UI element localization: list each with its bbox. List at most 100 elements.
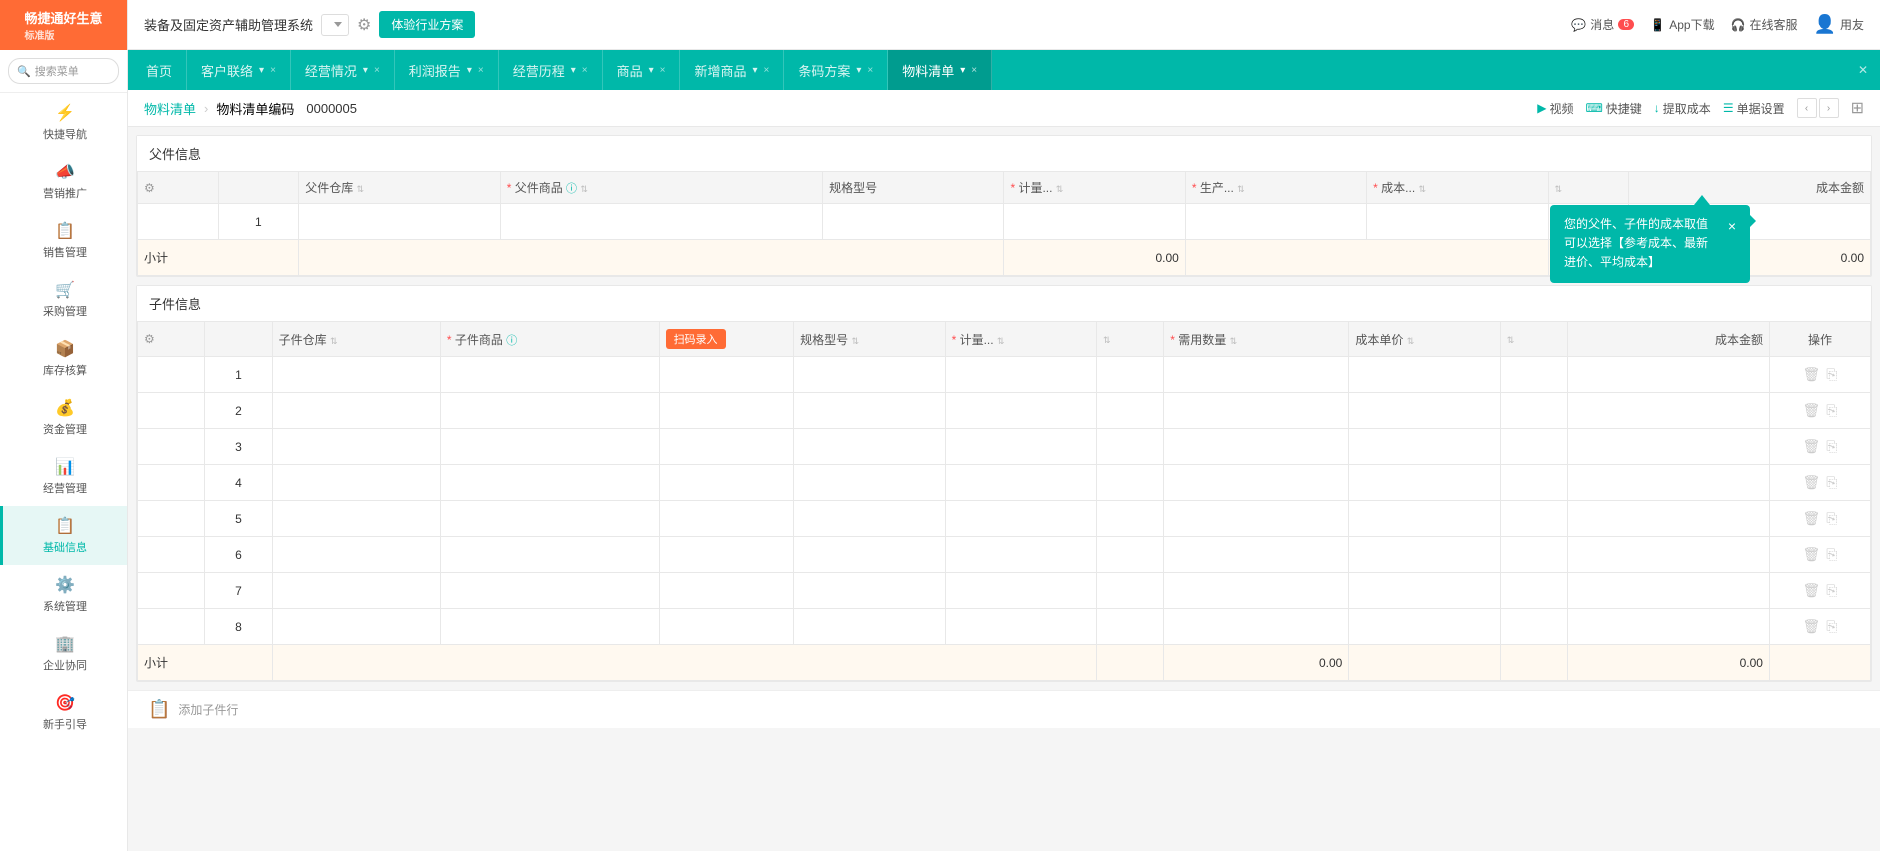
child-product-cell[interactable] — [440, 429, 659, 465]
online-service-item[interactable]: 🎧 在线客服 — [1731, 16, 1798, 33]
close-icon[interactable]: × — [270, 65, 276, 76]
child-spec-cell[interactable] — [794, 501, 945, 537]
sidebar-item-purchase[interactable]: 🛒 采购管理 — [0, 270, 127, 329]
th-child-unit-price[interactable]: 成本单价 ⇅ — [1349, 322, 1500, 357]
child-warehouse-cell[interactable] — [272, 429, 440, 465]
child-unit-price-cell[interactable] — [1349, 429, 1500, 465]
user-item[interactable]: 👤 用友 — [1814, 14, 1864, 35]
th-unit[interactable]: * 计量... ⇅ — [1004, 172, 1185, 204]
child-quantity-cell[interactable] — [1164, 357, 1349, 393]
tab-profit[interactable]: 利润报告 ▾ × — [395, 50, 499, 90]
close-icon[interactable]: × — [582, 65, 588, 76]
child-unit-price-cell[interactable] — [1349, 501, 1500, 537]
grid-view-icon[interactable]: ⊞ — [1851, 98, 1864, 118]
child-unit-price-cell[interactable] — [1349, 357, 1500, 393]
close-all-icon[interactable]: ✕ — [1850, 63, 1876, 77]
parent-cost-cell[interactable] — [1367, 204, 1548, 240]
sidebar-item-inventory[interactable]: 📦 库存核算 — [0, 329, 127, 388]
child-unit-price-cell[interactable] — [1349, 573, 1500, 609]
th-child-spec[interactable]: 规格型号 ⇅ — [794, 322, 945, 357]
sidebar-item-system[interactable]: ⚙️ 系统管理 — [0, 565, 127, 624]
child-unit-cell[interactable] — [945, 465, 1096, 501]
child-unit-cell[interactable] — [945, 609, 1096, 645]
sidebar-item-operation[interactable]: 📊 经营管理 — [0, 447, 127, 506]
tab-customer[interactable]: 客户联络 ▾ × — [187, 50, 291, 90]
child-product-cell[interactable] — [440, 393, 659, 429]
child-quantity-cell[interactable] — [1164, 609, 1349, 645]
sidebar-item-marketing[interactable]: 📣 营销推广 — [0, 152, 127, 211]
copy-icon[interactable]: ⎘ — [1826, 438, 1837, 455]
child-unit-cell[interactable] — [945, 537, 1096, 573]
child-unit-price-cell[interactable] — [1349, 465, 1500, 501]
tab-new-goods[interactable]: 新增商品 ▾ × — [680, 50, 784, 90]
add-row-icon[interactable]: 📋 — [148, 699, 170, 720]
child-quantity-cell[interactable] — [1164, 537, 1349, 573]
app-download-item[interactable]: 📱 App下载 — [1650, 16, 1714, 33]
child-warehouse-cell[interactable] — [272, 357, 440, 393]
extract-cost-action[interactable]: ↓ 提取成本 — [1654, 100, 1711, 117]
child-unit-cell[interactable] — [945, 501, 1096, 537]
tab-home[interactable]: 首页 — [132, 50, 187, 90]
th-cost[interactable]: * 成本... ⇅ — [1367, 172, 1548, 204]
experience-btn[interactable]: 体验行业方案 — [379, 11, 475, 38]
column-settings-icon[interactable]: ⚙ — [144, 181, 155, 195]
child-product-cell[interactable] — [440, 501, 659, 537]
child-spec-cell[interactable] — [794, 429, 945, 465]
search-menu-button[interactable]: 🔍 搜索菜单 — [8, 58, 119, 84]
copy-icon[interactable]: ⎘ — [1826, 366, 1837, 383]
single-settings-action[interactable]: ☰ 单据设置 — [1723, 100, 1785, 117]
tab-history[interactable]: 经营历程 ▾ × — [499, 50, 603, 90]
view-video-action[interactable]: ▶ 视频 — [1537, 100, 1573, 117]
child-unit-cell[interactable] — [945, 393, 1096, 429]
delete-icon[interactable]: 🗑 — [1802, 402, 1820, 419]
th-parent-product[interactable]: * 父件商品 ⓘ ⇅ — [500, 172, 822, 204]
column-settings-icon[interactable]: ⚙ — [144, 332, 155, 346]
child-unit-price-cell[interactable] — [1349, 537, 1500, 573]
child-unit-cell[interactable] — [945, 573, 1096, 609]
child-warehouse-cell[interactable] — [272, 573, 440, 609]
child-product-cell[interactable] — [440, 609, 659, 645]
child-quantity-cell[interactable] — [1164, 573, 1349, 609]
th-child-quantity[interactable]: * 需用数量 ⇅ — [1164, 322, 1349, 357]
shortcut-action[interactable]: ⌨ 快捷键 — [1585, 100, 1641, 117]
sidebar-item-sales[interactable]: 📋 销售管理 — [0, 211, 127, 270]
child-warehouse-cell[interactable] — [272, 393, 440, 429]
child-quantity-cell[interactable] — [1164, 429, 1349, 465]
child-quantity-cell[interactable] — [1164, 393, 1349, 429]
copy-icon[interactable]: ⎘ — [1826, 618, 1837, 635]
child-product-cell[interactable] — [440, 537, 659, 573]
tab-barcode[interactable]: 条码方案 ▾ × — [784, 50, 888, 90]
delete-icon[interactable]: 🗑 — [1802, 546, 1820, 563]
child-quantity-cell[interactable] — [1164, 465, 1349, 501]
child-unit-price-cell[interactable] — [1349, 609, 1500, 645]
delete-icon[interactable]: 🗑 — [1802, 474, 1820, 491]
copy-icon[interactable]: ⎘ — [1826, 582, 1837, 599]
parent-spec-cell[interactable] — [823, 204, 1004, 240]
sidebar-item-quick-nav[interactable]: ⚡ 快捷导航 — [0, 93, 127, 152]
tab-operation-status[interactable]: 经营情况 ▾ × — [291, 50, 395, 90]
sidebar-search-area[interactable]: 🔍 搜索菜单 — [0, 50, 127, 93]
copy-icon[interactable]: ⎘ — [1826, 546, 1837, 563]
close-icon[interactable]: × — [660, 65, 666, 76]
child-unit-price-cell[interactable] — [1349, 393, 1500, 429]
child-unit-cell[interactable] — [945, 357, 1096, 393]
child-spec-cell[interactable] — [794, 357, 945, 393]
child-product-cell[interactable] — [440, 357, 659, 393]
child-warehouse-cell[interactable] — [272, 609, 440, 645]
child-product-cell[interactable] — [440, 465, 659, 501]
parent-warehouse-cell[interactable] — [299, 204, 501, 240]
delete-icon[interactable]: 🗑 — [1802, 438, 1820, 455]
close-icon[interactable]: × — [478, 65, 484, 76]
tab-bom[interactable]: 物料清单 ▾ × — [888, 50, 992, 90]
child-warehouse-cell[interactable] — [272, 465, 440, 501]
child-quantity-cell[interactable] — [1164, 501, 1349, 537]
child-warehouse-cell[interactable] — [272, 537, 440, 573]
copy-icon[interactable]: ⎘ — [1826, 474, 1837, 491]
system-select[interactable] — [321, 14, 349, 36]
child-spec-cell[interactable] — [794, 573, 945, 609]
delete-icon[interactable]: 🗑 — [1802, 366, 1820, 383]
close-icon[interactable]: × — [374, 65, 380, 76]
sidebar-item-enterprise[interactable]: 🏢 企业协同 — [0, 624, 127, 683]
copy-icon[interactable]: ⎘ — [1826, 402, 1837, 419]
breadcrumb-main[interactable]: 物料清单 — [144, 99, 196, 118]
